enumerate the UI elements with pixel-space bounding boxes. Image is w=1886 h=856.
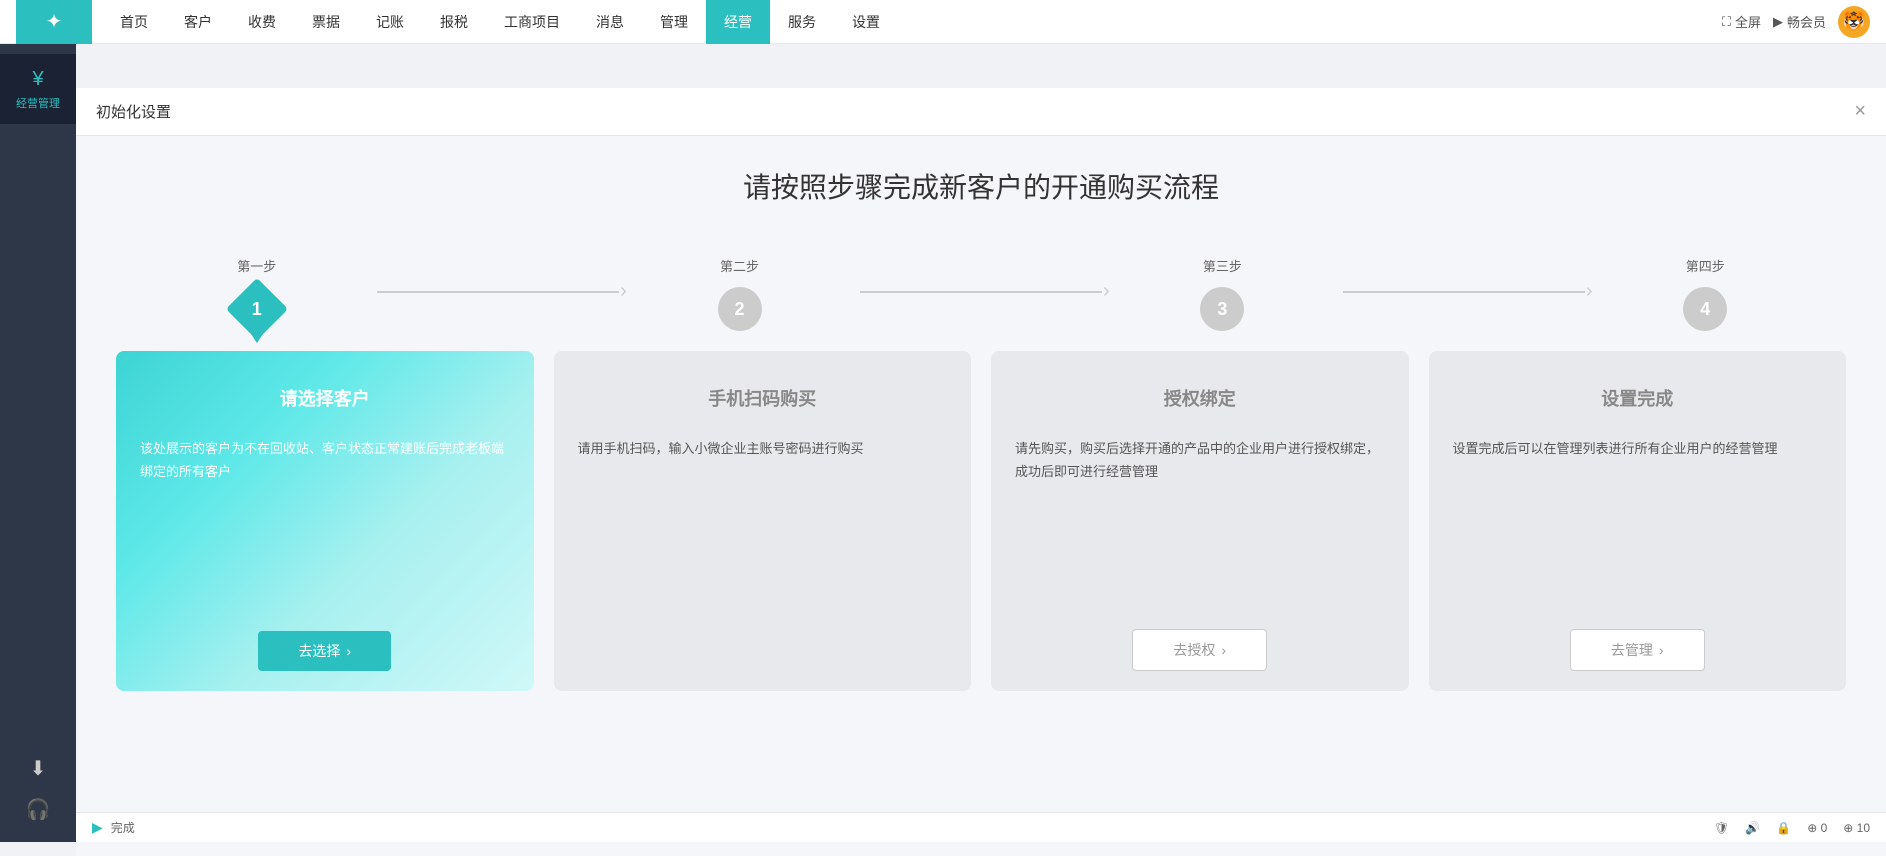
jingying-icon: ¥ [32,68,43,91]
card-4-title: 设置完成 [1453,375,1823,421]
step-3-label: 第三步 [1203,256,1242,275]
step-1: 第一步 1 [136,256,377,331]
card-4: 设置完成 设置完成后可以在管理列表进行所有企业用户的经营管理 去管理 › [1429,351,1847,691]
go-select-label: 去选择 [298,641,340,661]
update-count: ⊕ 10 [1843,821,1870,835]
page-title: 初始化设置 [96,101,171,122]
card-1-desc: 该处展示的客户为不在回收站、客户状态正常建账后完成老板端绑定的所有客户 [140,437,510,611]
avatar[interactable]: 🐯 [1838,6,1870,38]
card-2: 手机扫码购买 请用手机扫码，输入小微企业主账号密码进行购买 [554,351,972,691]
logo: ✦ [16,0,92,44]
card-4-desc: 设置完成后可以在管理列表进行所有企业用户的经营管理 [1453,437,1823,609]
nav-item-报税[interactable]: 报税 [422,0,486,44]
sidebar-item-jingying[interactable]: ¥ 经营管理 [0,54,76,124]
fullscreen-icon: ⛶ [1722,14,1731,30]
sidebar-item-label: 经营管理 [16,95,60,111]
sidebar-bottom: ⬇ 🎧 [26,756,51,822]
go-manage-label: 去管理 [1611,640,1653,660]
card-3: 授权绑定 请先购买，购买后选择开通的产品中的企业用户进行授权绑定，成功后即可进行… [991,351,1409,691]
card-1: 请选择客户 该处展示的客户为不在回收站、客户状态正常建账后完成老板端绑定的所有客… [116,351,534,691]
nav-item-客户[interactable]: 客户 [166,0,230,44]
step-3: 第三步 3 [1102,256,1343,331]
shield-icon: 🛡 [1714,821,1729,835]
step-3-circle: 3 [1200,287,1244,331]
vip-button[interactable]: ▶ 畅会员 [1773,12,1826,31]
nav-right: ⛶ 全屏 ▶ 畅会员 🐯 [1722,6,1870,38]
card-2-desc: 请用手机扫码，输入小微企业主账号密码进行购买 [578,437,948,671]
main-title: 请按照步骤完成新客户的开通购买流程 [116,166,1846,206]
nav-item-工商项目[interactable]: 工商项目 [486,0,578,44]
connector-1-2 [377,291,618,293]
step-3-number: 3 [1217,299,1227,320]
lock-icon: 🔒 [1776,821,1791,835]
go-manage-button[interactable]: 去管理 › [1570,629,1705,671]
logo-icon: ✦ [46,9,63,34]
nav-items: 首页客户收费票据记账报税工商项目消息管理经营服务设置 [102,0,1722,44]
step-1-circle: 1 [235,287,279,331]
content: 请按照步骤完成新客户的开通购买流程 第一步 1 第二步 2 [76,136,1886,721]
connector-3-4 [1343,291,1584,293]
headset-icon[interactable]: 🎧 [26,797,51,822]
go-authorize-button[interactable]: 去授权 › [1132,629,1267,671]
go-authorize-label: 去授权 [1173,640,1215,660]
top-nav: ✦ 首页客户收费票据记账报税工商项目消息管理经营服务设置 ⛶ 全屏 ▶ 畅会员 … [0,0,1886,44]
step-4-label: 第四步 [1686,256,1725,275]
step-4: 第四步 4 [1585,256,1826,331]
steps-row: 第一步 1 第二步 2 第三步 [116,256,1846,331]
card-3-title: 授权绑定 [1015,375,1385,421]
card-3-desc: 请先购买，购买后选择开通的产品中的企业用户进行授权绑定，成功后即可进行经营管理 [1015,437,1385,609]
fullscreen-label: 全屏 [1735,12,1761,31]
download-icon[interactable]: ⬇ [30,756,47,781]
page-header: 初始化设置 × [76,88,1886,136]
step-2-number: 2 [735,299,745,320]
fullscreen-button[interactable]: ⛶ 全屏 [1722,12,1761,31]
close-button[interactable]: × [1854,100,1866,123]
go-authorize-arrow: › [1221,642,1226,658]
step-2-label: 第二步 [720,256,759,275]
nav-item-设置[interactable]: 设置 [834,0,898,44]
nav-item-票据[interactable]: 票据 [294,0,358,44]
step-1-label: 第一步 [237,256,276,275]
nav-item-服务[interactable]: 服务 [770,0,834,44]
play-icon: ▶ [1773,14,1783,30]
step-2: 第二步 2 [619,256,860,331]
go-manage-arrow: › [1659,642,1664,658]
main-content: 初始化设置 × 请按照步骤完成新客户的开通购买流程 第一步 1 第二步 [76,88,1886,856]
go-select-arrow: › [346,643,351,659]
status-bar-left: ▶ 完成 [92,819,135,836]
nav-item-经营[interactable]: 经营 [706,0,770,44]
play-icon: ▶ [92,819,103,836]
nav-item-收费[interactable]: 收费 [230,0,294,44]
go-select-button[interactable]: 去选择 › [258,631,391,671]
connector-2-3 [860,291,1101,293]
status-text: 完成 [111,819,135,836]
notif-count: ⊕ 0 [1807,821,1827,835]
step-4-circle: 4 [1683,287,1727,331]
step-4-number: 4 [1700,299,1710,320]
cards-row: 请选择客户 该处展示的客户为不在回收站、客户状态正常建账后完成老板端绑定的所有客… [116,351,1846,691]
status-bar-right: 🛡 🔊 🔒 ⊕ 0 ⊕ 10 [1714,821,1870,835]
nav-item-管理[interactable]: 管理 [642,0,706,44]
nav-item-首页[interactable]: 首页 [102,0,166,44]
nav-item-消息[interactable]: 消息 [578,0,642,44]
card-1-title: 请选择客户 [140,375,510,421]
vip-label: 畅会员 [1787,12,1826,31]
volume-icon: 🔊 [1745,821,1760,835]
card-2-title: 手机扫码购买 [578,375,948,421]
nav-item-记账[interactable]: 记账 [358,0,422,44]
step-2-circle: 2 [718,287,762,331]
sidebar: ¥ 经营管理 ⬇ 🎧 [0,44,76,842]
status-bar: ▶ 完成 🛡 🔊 🔒 ⊕ 0 ⊕ 10 [76,812,1886,842]
step-1-number: 1 [252,299,262,320]
diamond-pointer [249,331,265,343]
